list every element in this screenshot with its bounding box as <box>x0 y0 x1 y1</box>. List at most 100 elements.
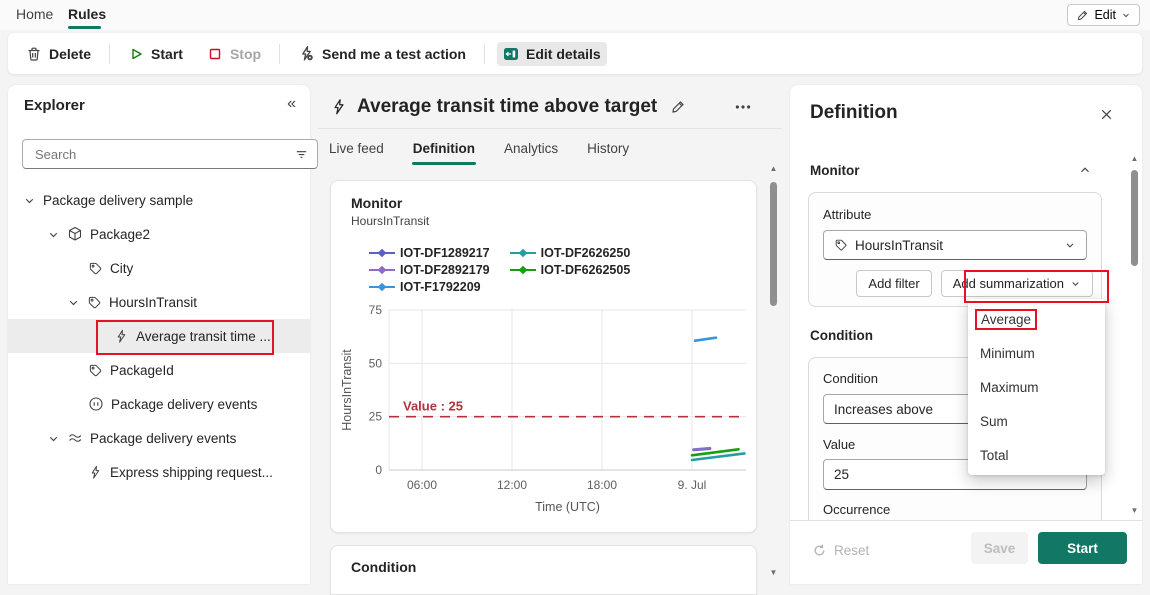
trash-icon <box>26 46 42 62</box>
tree-item-packageid[interactable]: PackageId <box>8 353 310 387</box>
tree-item-hoursintransit[interactable]: HoursInTransit <box>8 285 310 319</box>
tab-definition[interactable]: Definition <box>412 135 476 165</box>
chevron-down-icon <box>46 432 60 445</box>
add-filter-button[interactable]: Add filter <box>856 270 931 297</box>
x-tick-label: 06:00 <box>407 478 437 492</box>
menu-item-maximum[interactable]: Maximum <box>968 370 1105 404</box>
delete-button[interactable]: Delete <box>20 42 97 66</box>
legend-swatch <box>369 282 395 292</box>
occurrence-label: Occurrence <box>823 502 1101 517</box>
scroll-down-arrow[interactable]: ▼ <box>767 568 780 577</box>
edit-dropdown-button[interactable]: Edit <box>1067 4 1140 26</box>
tree-item-package-delivery-events-stream[interactable]: Package delivery events <box>8 421 310 455</box>
series-line-IOT-DF2892179 <box>694 448 711 449</box>
menu-item-sum[interactable]: Sum <box>968 404 1105 438</box>
scroll-up-arrow[interactable]: ▲ <box>1128 154 1141 163</box>
definition-panel-title: Definition <box>810 102 898 124</box>
rule-title: Average transit time above target <box>357 96 657 118</box>
top-navigation: Home Rules Edit <box>0 0 1150 30</box>
legend-label: IOT-DF2626250 <box>541 246 631 260</box>
threshold-label: Value : 25 <box>403 399 463 414</box>
condition-section-label: Condition <box>810 328 873 343</box>
toolbar-divider <box>279 44 280 64</box>
y-tick-label: 0 <box>375 463 382 477</box>
rename-pencil-icon[interactable] <box>670 99 686 115</box>
monitor-chart-card: Monitor HoursInTransit IOT-DF1289217IOT-… <box>330 180 757 533</box>
attribute-value: HoursInTransit <box>855 238 943 253</box>
legend-item[interactable]: IOT-DF2892179 <box>369 261 490 278</box>
tree-item-package-delivery-sample[interactable]: Package delivery sample <box>8 183 310 217</box>
legend-item[interactable]: IOT-DF1289217 <box>369 244 490 261</box>
tab-live-feed[interactable]: Live feed <box>328 135 385 165</box>
play-icon <box>128 46 144 62</box>
scrollbar-thumb[interactable] <box>1131 170 1138 266</box>
nav-tab-rules[interactable]: Rules <box>68 6 106 22</box>
chevron-down-icon <box>22 194 36 207</box>
main-scrollbar[interactable]: ▲ ▼ <box>767 160 780 584</box>
monitor-settings-card: Attribute HoursInTransit Add filter Add … <box>808 192 1102 307</box>
menu-item-minimum[interactable]: Minimum <box>968 336 1105 370</box>
attribute-select[interactable]: HoursInTransit <box>823 230 1087 260</box>
panel-scrollbar[interactable]: ▲ ▼ <box>1128 150 1141 520</box>
edit-details-icon <box>503 46 519 62</box>
y-tick-label: 50 <box>369 356 383 370</box>
x-axis-title: Time (UTC) <box>535 500 600 514</box>
chart-legend: IOT-DF1289217IOT-DF2892179IOT-F1792209 IO… <box>369 244 756 295</box>
toolbar-divider <box>484 44 485 64</box>
monitor-card-title: Monitor <box>351 195 756 211</box>
save-button[interactable]: Save <box>971 532 1028 564</box>
start-rule-button[interactable]: Start <box>1038 532 1127 564</box>
rule-header: Average transit time above target <box>318 85 782 129</box>
condition-section-title: Condition <box>351 559 756 575</box>
search-input[interactable] <box>33 146 294 163</box>
filter-icon <box>294 147 309 162</box>
collapse-panel-icon[interactable]: « <box>287 95 296 113</box>
nav-tab-home[interactable]: Home <box>16 6 53 22</box>
tree-item-package-delivery-events-source[interactable]: Package delivery events <box>8 387 310 421</box>
legend-label: IOT-DF6262505 <box>541 263 631 277</box>
x-tick-label: 9. Jul <box>678 478 707 492</box>
tab-history[interactable]: History <box>586 135 630 165</box>
edit-details-button[interactable]: Edit details <box>497 42 607 66</box>
chevron-down-icon <box>66 296 80 309</box>
tree-item-package2[interactable]: Package2 <box>8 217 310 251</box>
monitor-section-label: Monitor <box>810 163 860 178</box>
legend-item[interactable]: IOT-F1792209 <box>369 278 490 295</box>
menu-item-total[interactable]: Total <box>968 438 1105 472</box>
y-axis-title: HoursInTransit <box>340 349 354 431</box>
tree-item-city[interactable]: City <box>8 251 310 285</box>
legend-swatch <box>510 265 536 275</box>
flash-rule-icon <box>330 98 348 116</box>
rule-detail-area: Average transit time above target Live f… <box>318 85 782 584</box>
chevron-up-icon[interactable] <box>1078 163 1092 177</box>
legend-swatch <box>510 248 536 258</box>
tab-analytics[interactable]: Analytics <box>503 135 559 165</box>
tag-icon <box>87 295 102 310</box>
more-options-icon[interactable] <box>734 98 752 116</box>
legend-item[interactable]: IOT-DF6262505 <box>510 261 631 278</box>
send-test-action-button[interactable]: Send me a test action <box>292 41 472 66</box>
explorer-title: Explorer <box>24 97 85 114</box>
scroll-up-arrow[interactable]: ▲ <box>767 164 780 173</box>
reset-icon <box>812 543 827 558</box>
close-icon[interactable] <box>1099 107 1114 122</box>
menu-item-average[interactable]: Average <box>968 302 1105 336</box>
add-summarization-button[interactable]: Add summarization <box>941 270 1093 297</box>
chevron-down-icon <box>1121 10 1131 20</box>
legend-swatch <box>369 248 395 258</box>
series-line-IOT-F1792209 <box>695 338 716 341</box>
condition-operator-value: Increases above <box>834 402 933 417</box>
tree-item-express-shipping-request[interactable]: Express shipping request... <box>8 455 310 489</box>
scrollbar-thumb[interactable] <box>770 182 777 306</box>
eventstream-icon <box>67 430 83 446</box>
legend-item[interactable]: IOT-DF2626250 <box>510 244 631 261</box>
summarization-menu: Average Minimum Maximum Sum Total <box>968 299 1105 475</box>
active-tab-underline <box>68 26 101 29</box>
flash-settings-icon <box>298 45 315 62</box>
start-button[interactable]: Start <box>122 42 189 66</box>
stop-button[interactable]: Stop <box>201 42 267 66</box>
scroll-down-arrow[interactable]: ▼ <box>1128 506 1141 515</box>
reset-button[interactable]: Reset <box>812 543 869 558</box>
tree-item-average-transit-time[interactable]: Average transit time ... <box>8 319 310 353</box>
condition-section-card: Condition <box>330 545 757 595</box>
